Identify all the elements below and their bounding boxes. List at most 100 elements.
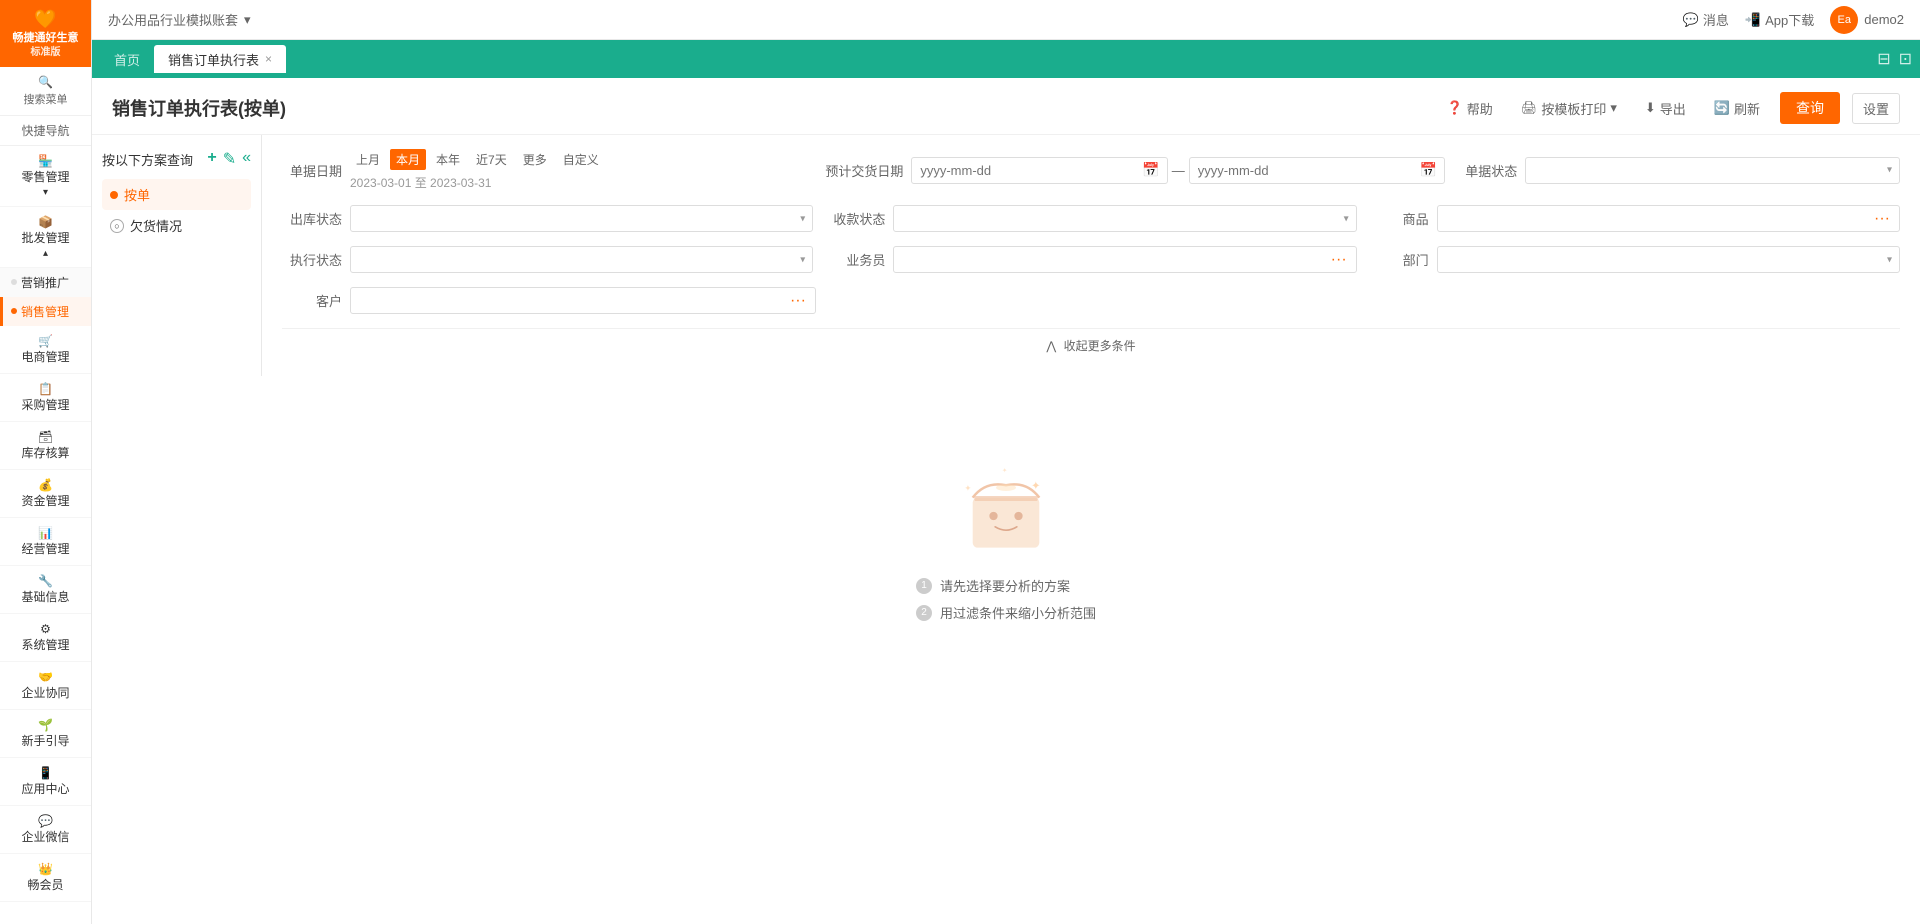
product-input[interactable]: [1437, 205, 1900, 232]
breadcrumb-arrow-icon: ▾: [244, 12, 251, 28]
inventory-icon: 🗃: [38, 430, 53, 444]
customer-ellipsis-icon[interactable]: ···: [786, 292, 810, 310]
tab-maximize-btn[interactable]: ⊡: [1899, 49, 1912, 69]
date-btn-more[interactable]: 更多: [517, 149, 553, 170]
tab-active[interactable]: 销售订单执行表 ×: [154, 45, 286, 73]
delivery-date-start-wrapper: 📅: [911, 157, 1167, 184]
sidebar-item-operations[interactable]: 📊 经营管理: [0, 518, 91, 566]
help-icon: ❓: [1447, 100, 1463, 116]
logo-subtitle: 标准版: [6, 46, 85, 59]
salesperson-ellipsis-icon[interactable]: ···: [1327, 251, 1351, 269]
filter-field-product: 商品 ···: [1369, 205, 1900, 232]
filter-edit-btn[interactable]: ✎: [223, 149, 236, 169]
sidebar-item-appcenter[interactable]: 📱 应用中心: [0, 758, 91, 806]
tab-home[interactable]: 首页: [100, 45, 154, 73]
help-btn[interactable]: ❓ 帮助: [1439, 95, 1501, 122]
exec-status-select[interactable]: [350, 246, 813, 273]
filter-row-4: 客户 ···: [282, 287, 1900, 314]
sidebar-item-retail[interactable]: 🏪 零售管理 ▾: [0, 146, 91, 207]
sidebar-item-inventory[interactable]: 🗃 库存核算: [0, 422, 91, 470]
filter-collapse-btn[interactable]: «: [242, 149, 251, 169]
filter-row-2: 出库状态 ▾ 收款状态: [282, 205, 1900, 232]
salesperson-input[interactable]: [893, 246, 1356, 273]
print-btn[interactable]: 🖨 按模板打印 ▾: [1513, 95, 1625, 122]
app-logo[interactable]: 🧡 畅捷通好生意 标准版: [0, 0, 91, 67]
search-label: 搜索菜单: [6, 91, 85, 107]
filter-item-backorder-label: 欠货情况: [130, 216, 182, 235]
ecommerce-icon: 🛒: [38, 334, 53, 348]
filter-field-exec-status: 执行状态 ▾: [282, 246, 813, 273]
sidebar-sub-marketing[interactable]: 营销推广: [0, 268, 91, 297]
logo-icon: 🧡: [6, 8, 85, 31]
department-select[interactable]: [1437, 246, 1900, 273]
sidebar-item-newuser[interactable]: 🌱 新手引导: [0, 710, 91, 758]
sub-sales-label: 销售管理: [21, 303, 69, 320]
collapse-icon: ⋀: [1046, 339, 1056, 353]
user-profile-btn[interactable]: Ea demo2: [1830, 6, 1904, 34]
exec-status-select-wrapper: ▾: [350, 246, 813, 273]
date-label: 单据日期: [282, 161, 342, 180]
sidebar-item-corpwechat[interactable]: 💬 企业微信: [0, 806, 91, 854]
filter-item-dot-icon: [110, 191, 118, 199]
tab-bar: 首页 销售订单执行表 × ⊟ ⊡: [92, 40, 1920, 78]
inventory-label: 库存核算: [21, 444, 69, 461]
payment-status-select[interactable]: [893, 205, 1356, 232]
export-label: 导出: [1660, 99, 1686, 118]
sidebar-search[interactable]: 🔍 搜索菜单: [0, 67, 91, 116]
export-btn[interactable]: ⬇ 导出: [1637, 95, 1694, 122]
appcenter-label: 应用中心: [21, 780, 69, 797]
sidebar-item-member[interactable]: 👑 畅会员: [0, 854, 91, 902]
sidebar-item-ecommerce[interactable]: 🛒 电商管理: [0, 326, 91, 374]
sidebar-item-finance[interactable]: 💰 资金管理: [0, 470, 91, 518]
date-quick-filters: 上月 本月 本年 近7天 更多 自定义: [350, 149, 813, 170]
collapse-bar[interactable]: ⋀ 收起更多条件: [282, 328, 1900, 362]
query-btn[interactable]: 查询: [1780, 92, 1840, 124]
date-btn-lastmonth[interactable]: 上月: [350, 149, 386, 170]
top-header: 办公用品行业模拟账套 ▾ 💬 消息 📲 App下载 Ea demo2: [92, 0, 1920, 40]
sidebar-item-wholesale[interactable]: 📦 批发管理 ▴: [0, 207, 91, 268]
tab-bar-actions: ⊟ ⊡: [1877, 49, 1912, 69]
customer-input[interactable]: [350, 287, 816, 314]
date-btn-curyear[interactable]: 本年: [430, 149, 466, 170]
filter-add-btn[interactable]: +: [207, 149, 216, 169]
filter-form: 单据日期 上月 本月 本年 近7天 更多 自定义 20: [262, 135, 1920, 376]
settings-btn[interactable]: 设置: [1852, 93, 1900, 124]
sidebar-sub-sales[interactable]: 销售管理: [0, 297, 91, 326]
app-download-btn[interactable]: 📲 App下载: [1745, 10, 1814, 29]
member-icon: 👑: [38, 862, 53, 876]
filter-field-payment-status: 收款状态 ▾: [825, 205, 1356, 232]
sub-dot-icon: [11, 279, 17, 285]
wholesale-icon: 📦: [38, 215, 53, 229]
status-select[interactable]: [1525, 157, 1900, 184]
delivery-date-end-input[interactable]: [1189, 157, 1445, 184]
system-icon: ⚙: [40, 622, 51, 636]
refresh-btn[interactable]: 🔄 刷新: [1706, 95, 1768, 122]
date-btn-custom[interactable]: 自定义: [557, 149, 605, 170]
query-label: 查询: [1796, 98, 1824, 118]
page-actions: ❓ 帮助 🖨 按模板打印 ▾ ⬇ 导出 🔄 刷新: [1439, 92, 1900, 124]
settings-label: 设置: [1863, 99, 1889, 118]
filter-item-backorder[interactable]: ○ 欠货情况: [102, 210, 251, 241]
delivery-status-select[interactable]: [350, 205, 813, 232]
date-btn-7days[interactable]: 近7天: [470, 149, 513, 170]
user-avatar: Ea: [1830, 6, 1858, 34]
product-ellipsis-icon[interactable]: ···: [1870, 210, 1894, 228]
sidebar-nav-quick[interactable]: 快捷导航: [0, 116, 91, 146]
sidebar: 🧡 畅捷通好生意 标准版 🔍 搜索菜单 快捷导航 🏪 零售管理 ▾ 📦 批发管理…: [0, 0, 92, 924]
sidebar-item-enterprise[interactable]: 🤝 企业协同: [0, 662, 91, 710]
tab-minimize-btn[interactable]: ⊟: [1877, 49, 1890, 69]
sidebar-item-basic[interactable]: 🔧 基础信息: [0, 566, 91, 614]
date-btn-curmonth[interactable]: 本月: [390, 149, 426, 170]
sidebar-item-system[interactable]: ⚙ 系统管理: [0, 614, 91, 662]
tab-close-icon[interactable]: ×: [265, 52, 272, 66]
newuser-icon: 🌱: [38, 718, 53, 732]
message-btn[interactable]: 💬 消息: [1683, 10, 1729, 29]
filter-item-circle-icon: ○: [110, 219, 124, 233]
delivery-date-start-input[interactable]: [911, 157, 1167, 184]
payment-status-label: 收款状态: [825, 209, 885, 228]
sidebar-item-purchase[interactable]: 📋 采购管理: [0, 374, 91, 422]
main-area: 办公用品行业模拟账套 ▾ 💬 消息 📲 App下载 Ea demo2 首页: [92, 0, 1920, 924]
tip-text-1: 请先选择要分析的方案: [940, 576, 1070, 595]
filter-field-salesperson: 业务员 ···: [825, 246, 1356, 273]
filter-item-order[interactable]: 按单: [102, 179, 251, 210]
